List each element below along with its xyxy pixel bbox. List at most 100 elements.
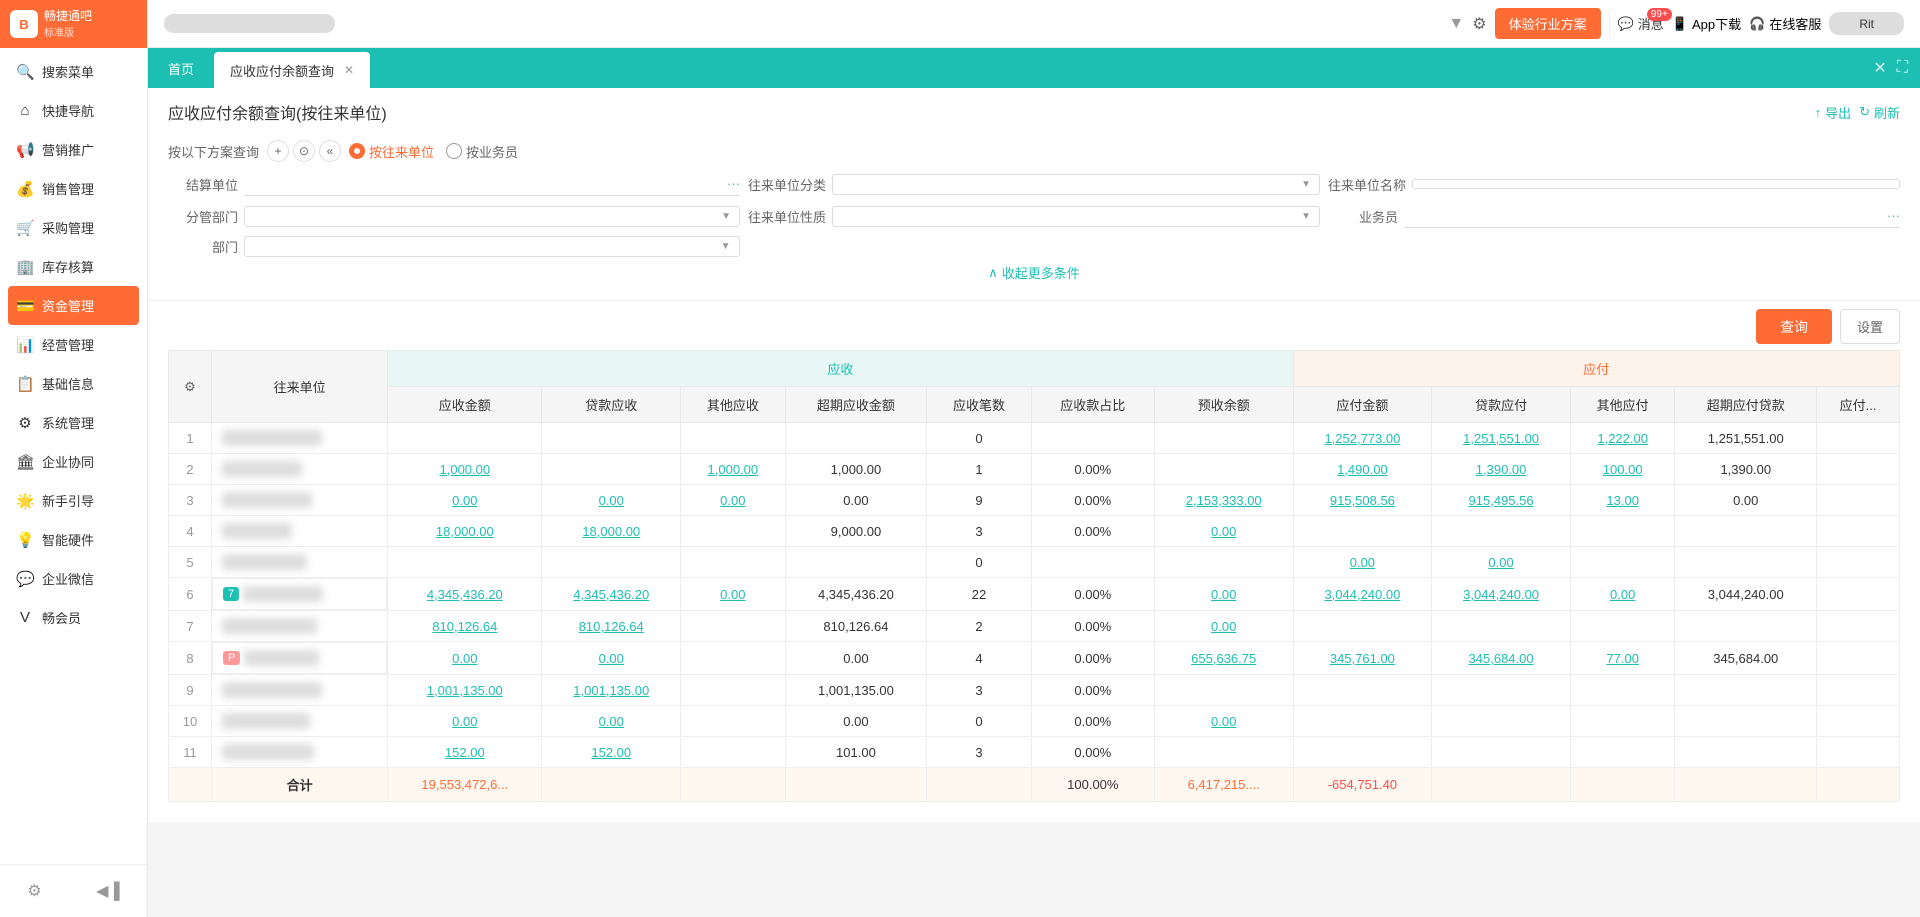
message-icon: 💬 <box>1618 16 1634 32</box>
th-settings: ⚙ <box>169 351 212 423</box>
dropdown-arrow-icon[interactable]: ▼ <box>1448 15 1464 33</box>
scheme-options: 按往来单位 按业务员 <box>349 142 518 161</box>
refresh-button[interactable]: ↻ 刷新 <box>1859 103 1900 122</box>
table-container: ⚙ 往来单位 应收 应付 应收金额 贷款应收 其他应收 超期应收金额 应收笔数 <box>148 350 1920 822</box>
dept-select[interactable]: ▼ <box>244 206 740 227</box>
sidebar-bottom: ⚙ ◀▐ <box>0 864 147 917</box>
sidebar-item-guide[interactable]: 🌟 新手引导 <box>0 481 147 520</box>
table-row: 2 1,000.00 1,000.00 1,000.00 1 0.00% 1,4… <box>169 454 1900 485</box>
sidebar-item-system[interactable]: ⚙ 系统管理 <box>0 403 147 442</box>
filter-row-2: 分管部门 ▼ 往来单位性质 ▼ <box>168 204 1900 228</box>
filter-settlement-unit: 结算单位 ··· <box>168 172 740 196</box>
operations-icon: 📊 <box>16 336 34 354</box>
chevron-up-icon: ∧ <box>988 265 998 281</box>
wechat-icon: 💬 <box>16 570 34 588</box>
sidebar-item-hardware[interactable]: 💡 智能硬件 <box>0 520 147 559</box>
finance-icon: 💳 <box>16 297 34 315</box>
page-inner: 应收应付余额查询(按往来单位) ↑ 导出 ↻ 刷新 按以下方案查询 <box>148 88 1920 822</box>
app-download-button[interactable]: 📱 App下载 <box>1672 14 1741 33</box>
th-group-receivable: 应收 <box>388 351 1293 387</box>
data-table: ⚙ 往来单位 应收 应付 应收金额 贷款应收 其他应收 超期应收金额 应收笔数 <box>168 350 1900 802</box>
settings-button[interactable]: 设置 <box>1840 309 1900 344</box>
branch-dept-select[interactable]: ▼ <box>244 236 740 257</box>
th-unit: 往来单位 <box>212 351 388 423</box>
filter-row-3: 部门 ▼ <box>168 236 1900 257</box>
search-icon: 🔍 <box>16 63 34 81</box>
table-row: 5 0 0.00 0.00 <box>169 547 1900 578</box>
th-overdue-payable: 超期应付贷款 <box>1675 387 1817 423</box>
chevron-down-icon: ▼ <box>1301 179 1311 190</box>
logo-text: 畅捷通吧 标准版 <box>44 9 92 40</box>
collapse-filter-button[interactable]: ∧ 收起更多条件 <box>168 257 1900 288</box>
scheme-option-unit[interactable]: 按往来单位 <box>349 142 434 161</box>
settlement-unit-input[interactable]: ··· <box>244 172 740 196</box>
sidebar-item-inventory[interactable]: 🏢 库存核算 <box>0 247 147 286</box>
th-overdue-receivable: 超期应收金额 <box>785 387 927 423</box>
logo-icon: B <box>10 10 38 38</box>
scheme-option-salesman[interactable]: 按业务员 <box>446 142 518 161</box>
sidebar-item-enterprise[interactable]: 🏛 企业协同 <box>0 442 147 481</box>
page-header: 应收应付余额查询(按往来单位) ↑ 导出 ↻ 刷新 <box>148 88 1920 132</box>
sidebar-item-vip[interactable]: V 畅会员 <box>0 598 147 637</box>
maximize-icon[interactable]: ⛶ <box>1897 59 1908 77</box>
sidebar: B 畅捷通吧 标准版 🔍 搜索菜单 ⌂ 快捷导航 📢 营销推广 💰 销售管理 🛒… <box>0 0 148 917</box>
sidebar-item-basics[interactable]: 📋 基础信息 <box>0 364 147 403</box>
unit-nature-select[interactable]: ▼ <box>832 206 1320 227</box>
solution-button[interactable]: 体验行业方案 <box>1495 8 1601 39</box>
edit-scheme-button[interactable]: ⊙ <box>293 140 315 162</box>
dots-icon: ··· <box>727 176 740 191</box>
sidebar-item-purchase[interactable]: 🛒 采购管理 <box>0 208 147 247</box>
chevron-down-icon-3: ▼ <box>1301 211 1311 222</box>
filter-scheme-buttons: + ⊙ « <box>267 140 341 162</box>
th-other-payable: 其他应付 <box>1570 387 1674 423</box>
refresh-icon: ↻ <box>1859 104 1870 120</box>
gear-icon[interactable]: ⚙ <box>1472 14 1486 34</box>
online-service-button[interactable]: 🎧 在线客服 <box>1749 14 1821 33</box>
table-row: 11 152.00 152.00 101.00 3 0.00% <box>169 737 1900 768</box>
table-row: 6 7 4,345,436.20 4,345,436.20 0.00 4,345… <box>169 578 1900 611</box>
add-scheme-button[interactable]: + <box>267 140 289 162</box>
sidebar-item-marketing[interactable]: 📢 营销推广 <box>0 130 147 169</box>
filter-unit-nature: 往来单位性质 ▼ <box>748 206 1320 227</box>
basics-icon: 📋 <box>16 375 34 393</box>
unit-name-input[interactable] <box>1412 179 1900 189</box>
purchase-icon: 🛒 <box>16 219 34 237</box>
filter-salesman: 业务员 ··· <box>1328 204 1900 228</box>
unit-category-select[interactable]: ▼ <box>832 174 1320 195</box>
sidebar-item-quicknav[interactable]: ⌂ 快捷导航 <box>0 91 147 130</box>
th-receivable-count: 应收笔数 <box>927 387 1031 423</box>
th-loan-payable: 贷款应付 <box>1432 387 1571 423</box>
sidebar-item-operations[interactable]: 📊 经营管理 <box>0 325 147 364</box>
collapse-icon[interactable]: ◀▐ <box>88 873 128 909</box>
sidebar-item-sales[interactable]: 💰 销售管理 <box>0 169 147 208</box>
user-avatar-area[interactable]: Rit <box>1829 12 1904 35</box>
sidebar-item-wechat[interactable]: 💬 企业微信 <box>0 559 147 598</box>
sidebar-item-finance[interactable]: 💳 资金管理 <box>8 286 139 325</box>
sidebar-logo: B 畅捷通吧 标准版 <box>0 0 147 48</box>
table-settings-icon[interactable]: ⚙ <box>179 376 201 398</box>
guide-icon: 🌟 <box>16 492 34 510</box>
tab-home[interactable]: 首页 <box>148 48 214 88</box>
close-window-icon[interactable]: ✕ <box>1873 58 1886 78</box>
message-button[interactable]: 💬 消息 99+ <box>1618 14 1664 33</box>
salesman-input[interactable]: ··· <box>1404 204 1900 228</box>
footer-ratio: 100.00% <box>1031 768 1154 802</box>
breadcrumb-blur: ████████████ <box>164 14 335 33</box>
export-icon: ↑ <box>1815 105 1822 120</box>
service-icon: 🎧 <box>1749 16 1765 32</box>
action-buttons: 查询 设置 <box>148 301 1920 350</box>
tab-close-icon[interactable]: ✕ <box>344 63 354 77</box>
settings-bottom-icon[interactable]: ⚙ <box>19 873 49 909</box>
sidebar-item-search[interactable]: 🔍 搜索菜单 <box>0 52 147 91</box>
tab-balance-query[interactable]: 应收应付余额查询 ✕ <box>214 52 370 88</box>
th-receivable-ratio: 应收款占比 <box>1031 387 1154 423</box>
marketing-icon: 📢 <box>16 141 34 159</box>
query-button[interactable]: 查询 <box>1756 309 1832 344</box>
home-icon: ⌂ <box>16 102 34 119</box>
tab-bar: 首页 应收应付余额查询 ✕ ✕ ⛶ <box>148 48 1920 88</box>
export-button[interactable]: ↑ 导出 <box>1815 103 1852 122</box>
th-loan-receivable: 贷款应收 <box>542 387 681 423</box>
table-row: 7 810,126.64 810,126.64 810,126.64 2 0.0… <box>169 611 1900 642</box>
more-scheme-button[interactable]: « <box>319 140 341 162</box>
table-row: 4 18,000.00 18,000.00 9,000.00 3 0.00% 0… <box>169 516 1900 547</box>
